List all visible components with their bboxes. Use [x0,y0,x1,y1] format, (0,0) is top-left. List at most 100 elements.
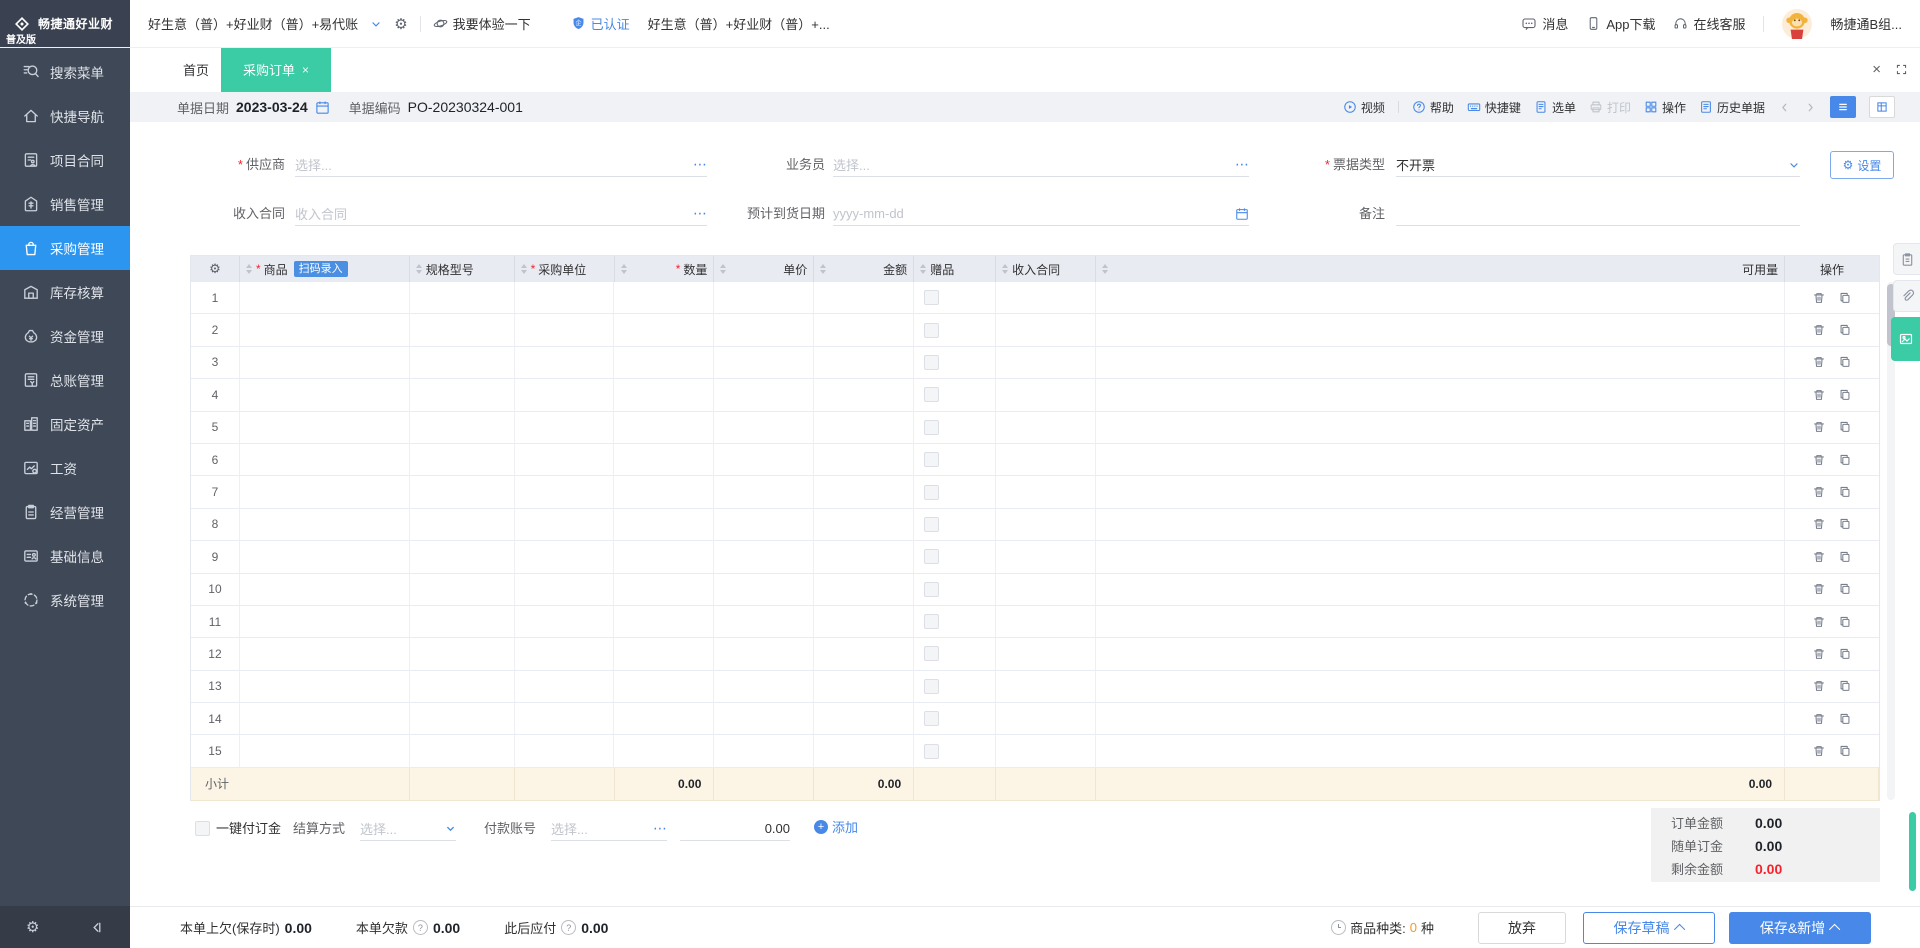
discard-button[interactable]: 放弃 [1478,911,1566,944]
prev-doc-arrow-icon[interactable] [1778,101,1791,114]
chevron-down-icon[interactable] [1788,159,1800,171]
cell-spec[interactable] [409,605,515,639]
delete-row-icon[interactable] [1812,485,1826,499]
cell-qty[interactable] [614,541,715,574]
cell-price[interactable] [714,411,815,444]
cell-product[interactable] [239,541,410,574]
cell-qty[interactable] [614,670,715,704]
cell-product[interactable] [239,573,410,606]
delete-row-icon[interactable] [1812,550,1826,564]
toolbar-grid-button[interactable]: 操作 [1644,99,1686,116]
copy-row-icon[interactable] [1838,647,1852,661]
cell-product[interactable] [239,314,410,347]
gift-checkbox[interactable] [924,711,940,727]
cell-gift[interactable] [914,314,997,347]
gift-checkbox[interactable] [924,290,940,306]
help-icon[interactable]: ? [412,920,428,935]
help-icon[interactable]: ? [561,920,577,935]
cell-qty[interactable] [614,411,715,444]
cell-available[interactable] [1095,573,1786,606]
cell-contract[interactable] [996,314,1096,347]
delete-row-icon[interactable] [1812,323,1826,337]
cell-contract[interactable] [996,282,1096,315]
cell-spec[interactable] [409,703,515,736]
cell-contract[interactable] [996,476,1096,509]
cell-product[interactable] [239,508,410,542]
cell-qty[interactable] [614,703,715,736]
cell-gift[interactable] [914,605,997,639]
save-draft-button[interactable]: 保存草稿 [1583,911,1715,944]
cell-spec[interactable] [409,346,515,380]
cell-price[interactable] [714,703,815,736]
ellipsis-picker-icon[interactable]: ⋯ [1235,156,1249,173]
online-service-link[interactable]: 在线客服 [1673,14,1745,33]
app-download-link[interactable]: App下载 [1586,14,1655,33]
image-panel-icon[interactable] [1891,317,1920,361]
sort-icon[interactable] [520,264,527,274]
cell-spec[interactable] [409,638,515,671]
sidebar-item-salary[interactable]: 工资 [0,446,130,490]
cell-product[interactable] [239,735,410,768]
cell-product[interactable] [239,703,410,736]
column-settings-gear-icon[interactable]: ⚙ [209,261,221,277]
cell-unit[interactable] [514,411,615,444]
cell-price[interactable] [714,735,815,768]
page-scrollbar-thumb[interactable] [1909,812,1916,891]
cell-unit[interactable] [514,476,615,509]
copy-row-icon[interactable] [1838,517,1852,531]
cell-spec[interactable] [409,573,515,606]
sort-icon[interactable] [1002,264,1009,274]
sort-icon[interactable] [415,264,422,274]
avatar[interactable] [1782,8,1813,39]
delete-row-icon[interactable] [1812,517,1826,531]
cell-gift[interactable] [914,379,997,412]
cell-gift[interactable] [914,346,997,380]
cell-available[interactable] [1095,411,1786,444]
sort-icon[interactable] [820,264,827,274]
gear-icon[interactable]: ⚙ [394,15,407,33]
doc-date-value[interactable]: 2023-03-24 [236,99,308,115]
column-header-product[interactable]: * 商品 扫码录入 [240,256,410,282]
copy-row-icon[interactable] [1838,355,1852,369]
cell-gift[interactable] [914,282,997,315]
cell-contract[interactable] [996,541,1096,574]
cell-unit[interactable] [514,314,615,347]
cell-gift[interactable] [914,541,997,574]
save-and-new-button[interactable]: 保存&新增 [1729,911,1871,944]
cell-available[interactable] [1095,703,1786,736]
sidebar-item-ledger[interactable]: 总账管理 [0,358,130,402]
sort-icon[interactable] [620,264,627,274]
cell-amount[interactable] [814,443,915,477]
cell-available[interactable] [1095,282,1786,315]
cell-gift[interactable] [914,508,997,542]
clipboard-doc-icon[interactable] [1893,243,1920,275]
cell-unit[interactable] [514,508,615,542]
cell-amount[interactable] [814,314,915,347]
cell-product[interactable] [239,638,410,671]
cell-spec[interactable] [409,314,515,347]
cell-contract[interactable] [996,411,1096,444]
toolbar-hotkey-button[interactable]: 快捷键 [1467,99,1521,116]
sidebar-item-nav[interactable]: 快捷导航 [0,94,130,138]
experience-link[interactable]: 我要体验一下 [433,14,531,33]
cell-amount[interactable] [814,605,915,639]
gift-checkbox[interactable] [924,452,940,468]
column-header-unit[interactable]: * 采购单位 [515,256,615,282]
gift-checkbox[interactable] [924,354,940,370]
cell-qty[interactable] [614,346,715,380]
cell-gift[interactable] [914,411,997,444]
cell-contract[interactable] [996,379,1096,412]
sidebar-item-contract[interactable]: 项目合同 [0,138,130,182]
cell-spec[interactable] [409,282,515,315]
cell-product[interactable] [239,605,410,639]
cell-price[interactable] [714,314,815,347]
cell-gift[interactable] [914,735,997,768]
cell-unit[interactable] [514,605,615,639]
delete-row-icon[interactable] [1812,453,1826,467]
certified-badge[interactable]: 企 已认证 [571,14,630,33]
delete-row-icon[interactable] [1812,615,1826,629]
bill-type-select[interactable]: 不开票 [1396,153,1800,177]
calendar-icon[interactable] [1235,207,1249,221]
delete-row-icon[interactable] [1812,647,1826,661]
cell-product[interactable] [239,411,410,444]
